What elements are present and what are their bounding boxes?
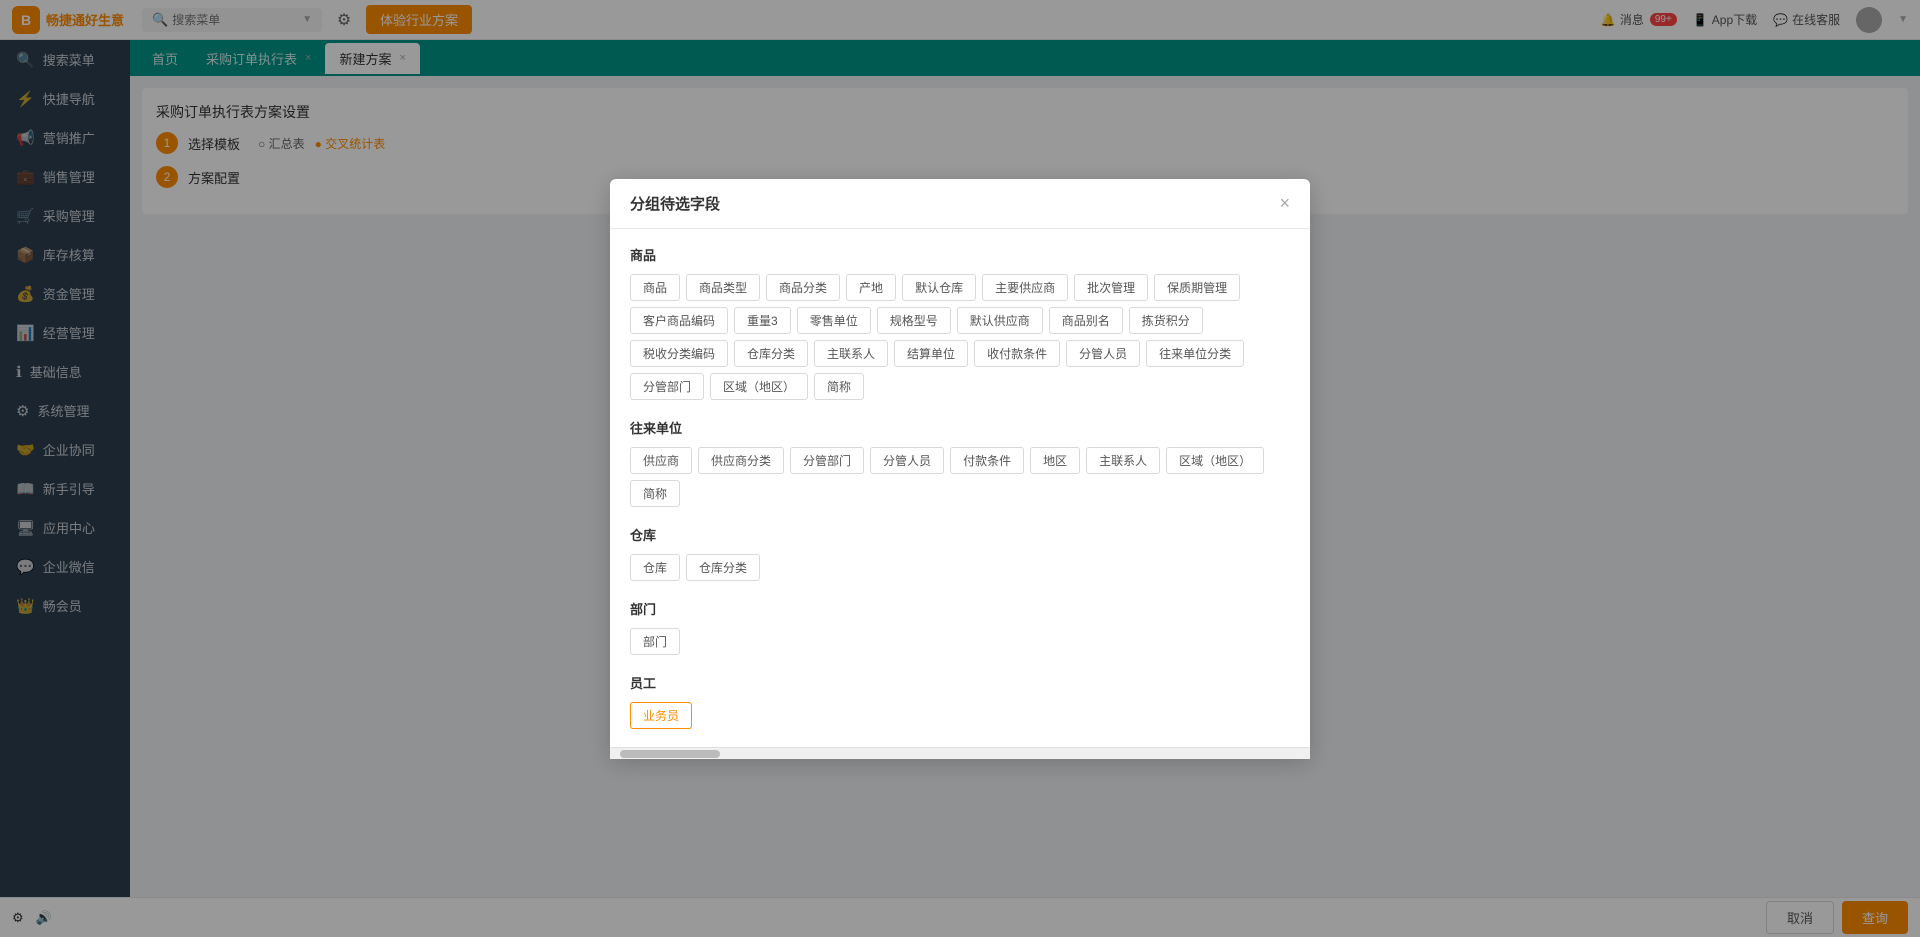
section-warehouse: 仓库 仓库 仓库分类 (630, 525, 1290, 581)
field-tag[interactable]: 分管人员 (870, 447, 944, 474)
section-staff-title: 员工 (630, 673, 1290, 692)
field-tag[interactable]: 主要供应商 (982, 274, 1068, 301)
section-counterpart-title: 往来单位 (630, 418, 1290, 437)
section-warehouse-fields: 仓库 仓库分类 (630, 554, 1290, 581)
field-tag[interactable]: 分管部门 (790, 447, 864, 474)
section-dept: 部门 部门 (630, 599, 1290, 655)
field-tag[interactable]: 部门 (630, 628, 680, 655)
field-tag[interactable]: 规格型号 (877, 307, 951, 334)
field-tag[interactable]: 零售单位 (797, 307, 871, 334)
modal-header: 分组待选字段 × (610, 179, 1310, 229)
field-tag[interactable]: 商品别名 (1049, 307, 1123, 334)
field-tag[interactable]: 保质期管理 (1154, 274, 1240, 301)
field-tag[interactable]: 商品分类 (766, 274, 840, 301)
field-tag[interactable]: 默认供应商 (957, 307, 1043, 334)
field-tag[interactable]: 商品 (630, 274, 680, 301)
field-tag[interactable]: 重量3 (734, 307, 791, 334)
field-tag[interactable]: 主联系人 (814, 340, 888, 367)
modal-title: 分组待选字段 (630, 193, 720, 214)
field-tag[interactable]: 分管部门 (630, 373, 704, 400)
field-tag[interactable]: 仓库 (630, 554, 680, 581)
section-counterpart: 往来单位 供应商 供应商分类 分管部门 分管人员 付款条件 地区 主联系人 区域… (630, 418, 1290, 507)
section-staff: 员工 业务员 (630, 673, 1290, 729)
modal-body: 商品 商品 商品类型 商品分类 产地 默认仓库 主要供应商 批次管理 保质期管理… (610, 229, 1310, 747)
field-tag[interactable]: 客户商品编码 (630, 307, 728, 334)
section-counterpart-fields: 供应商 供应商分类 分管部门 分管人员 付款条件 地区 主联系人 区域（地区） … (630, 447, 1290, 507)
field-tag[interactable]: 拣货积分 (1129, 307, 1203, 334)
field-tag[interactable]: 供应商分类 (698, 447, 784, 474)
field-tag[interactable]: 产地 (846, 274, 896, 301)
field-tag[interactable]: 结算单位 (894, 340, 968, 367)
field-tag[interactable]: 默认仓库 (902, 274, 976, 301)
field-tag[interactable]: 分管人员 (1066, 340, 1140, 367)
field-tag[interactable]: 简称 (814, 373, 864, 400)
field-tag[interactable]: 地区 (1030, 447, 1080, 474)
field-tag[interactable]: 供应商 (630, 447, 692, 474)
field-tag[interactable]: 收付款条件 (974, 340, 1060, 367)
field-tag[interactable]: 付款条件 (950, 447, 1024, 474)
field-tag[interactable]: 主联系人 (1086, 447, 1160, 474)
section-staff-fields: 业务员 (630, 702, 1290, 729)
field-tag[interactable]: 区域（地区） (710, 373, 808, 400)
field-tag[interactable]: 业务员 (630, 702, 692, 729)
field-tag[interactable]: 税收分类编码 (630, 340, 728, 367)
field-tag[interactable]: 商品类型 (686, 274, 760, 301)
hscroll-thumb[interactable] (620, 750, 720, 758)
field-tag[interactable]: 简称 (630, 480, 680, 507)
section-dept-fields: 部门 (630, 628, 1290, 655)
section-dept-title: 部门 (630, 599, 1290, 618)
section-product-title: 商品 (630, 245, 1290, 264)
section-product: 商品 商品 商品类型 商品分类 产地 默认仓库 主要供应商 批次管理 保质期管理… (630, 245, 1290, 400)
modal-close-btn[interactable]: × (1279, 193, 1290, 214)
field-tag[interactable]: 仓库分类 (686, 554, 760, 581)
section-product-fields: 商品 商品类型 商品分类 产地 默认仓库 主要供应商 批次管理 保质期管理 客户… (630, 274, 1290, 400)
modal-horizontal-scrollbar[interactable] (610, 747, 1310, 759)
field-tag[interactable]: 批次管理 (1074, 274, 1148, 301)
field-tag[interactable]: 往来单位分类 (1146, 340, 1244, 367)
field-tag[interactable]: 仓库分类 (734, 340, 808, 367)
field-select-modal: 分组待选字段 × 商品 商品 商品类型 商品分类 产地 默认仓库 主要供应商 批… (610, 179, 1310, 759)
section-warehouse-title: 仓库 (630, 525, 1290, 544)
field-tag[interactable]: 区域（地区） (1166, 447, 1264, 474)
